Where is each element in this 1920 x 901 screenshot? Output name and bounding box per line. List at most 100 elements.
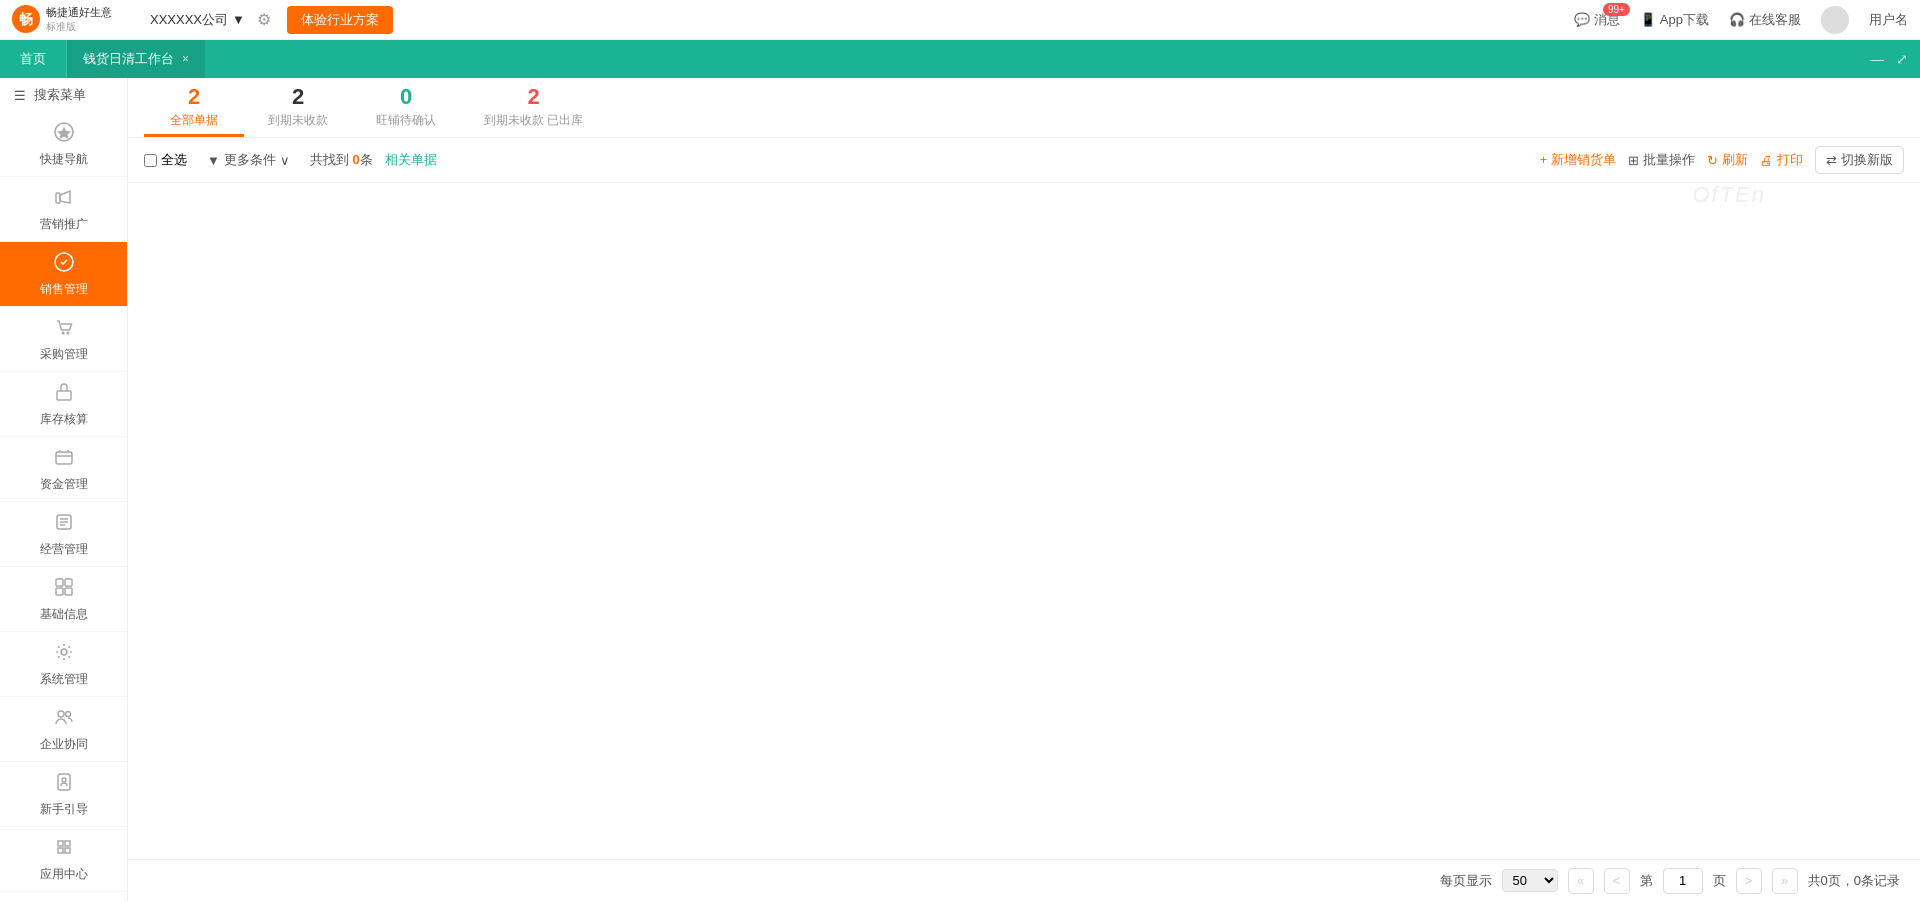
print-label: 打印 — [1777, 151, 1803, 169]
refresh-icon: ↻ — [1707, 153, 1718, 168]
next-page-btn[interactable]: > — [1736, 868, 1762, 894]
pagination-bar: 每页显示 50 100 200 « < 第 页 > » 共0页，0条记录 — [128, 859, 1920, 901]
online-service-btn[interactable]: 🎧 在线客服 — [1729, 11, 1801, 29]
stat-tab-all[interactable]: 2 全部单据 — [144, 78, 244, 137]
svg-text:畅: 畅 — [19, 12, 33, 27]
toolbar-right: + 新增销货单 ⊞ 批量操作 ↻ 刷新 🖨 打印 ⇄ 切换新版 — [1540, 146, 1904, 174]
per-page-select[interactable]: 50 100 200 — [1502, 869, 1558, 892]
filter-label: 更多条件 — [224, 151, 276, 169]
sidebar-item-purchase[interactable]: 采购管理 — [0, 307, 127, 372]
trial-button[interactable]: 体验行业方案 — [287, 6, 393, 34]
sidebar-item-sales[interactable]: 销售管理 — [0, 242, 127, 307]
sidebar-item-system[interactable]: 系统管理 — [0, 632, 127, 697]
tab-bar-right: — ⤢ — [1870, 51, 1920, 67]
sidebar-search[interactable]: ☰ 搜索菜单 — [0, 78, 127, 112]
tab-bar: 首页 钱货日清工作台 × — ⤢ — [0, 40, 1920, 78]
svg-point-21 — [58, 711, 64, 717]
page-input[interactable] — [1663, 868, 1703, 894]
sidebar-item-guide[interactable]: 新手引导 — [0, 762, 127, 827]
table-area — [128, 183, 1920, 859]
toolbar: 全选 ▼ 更多条件 ∨ 共找到 0条 相关单据 + 新增销货单 ⊞ 批量操作 — [128, 138, 1920, 183]
per-page-label: 每页显示 — [1440, 872, 1492, 890]
chevron-down-icon: ∨ — [280, 153, 290, 168]
switch-icon: ⇄ — [1826, 153, 1837, 168]
first-page-btn[interactable]: « — [1568, 868, 1594, 894]
stat-tab-pending[interactable]: 0 旺铺待确认 — [352, 78, 460, 137]
refresh-btn[interactable]: ↻ 刷新 — [1707, 151, 1748, 169]
logo-area: 畅 畅捷通好生意 标准版 — [12, 5, 140, 33]
sidebar-item-finance[interactable]: 资金管理 — [0, 437, 127, 502]
switch-version-btn[interactable]: ⇄ 切换新版 — [1815, 146, 1904, 174]
app-download-btn[interactable]: 📱 App下载 — [1640, 11, 1709, 29]
app-icon: 📱 — [1640, 12, 1656, 27]
operations-icon — [54, 512, 74, 537]
stat-label-overdue: 到期未收款 — [268, 112, 328, 129]
found-count: 0 — [353, 152, 360, 167]
app-center-icon — [54, 837, 74, 862]
sidebar-item-wechat[interactable]: 企业微信 — [0, 892, 127, 901]
system-icon — [54, 642, 74, 667]
username[interactable]: 用户名 — [1869, 11, 1908, 29]
top-header: 畅 畅捷通好生意 标准版 XXXXXX公司 ▼ ⚙ 体验行业方案 💬 消息 99… — [0, 0, 1920, 40]
stats-bar: 2 全部单据 2 到期未收款 0 旺铺待确认 2 到期未收款 已出库 — [128, 78, 1920, 138]
tab-close-icon[interactable]: × — [182, 52, 189, 66]
svg-point-22 — [65, 712, 70, 717]
message-btn[interactable]: 💬 消息 99+ — [1574, 11, 1620, 29]
svg-rect-16 — [56, 579, 63, 586]
settings-icon[interactable]: ⚙ — [257, 10, 271, 29]
svg-point-6 — [66, 332, 69, 335]
sidebar-item-inventory[interactable]: 库存核算 — [0, 372, 127, 437]
svg-rect-18 — [56, 588, 63, 595]
tab-home[interactable]: 首页 — [0, 40, 67, 78]
company-selector[interactable]: XXXXXX公司 ▼ — [150, 11, 245, 29]
tab-label: 钱货日清工作台 — [83, 50, 174, 68]
sidebar-item-operations[interactable]: 经营管理 — [0, 502, 127, 567]
stat-num-all: 2 — [188, 84, 200, 110]
prev-page-btn[interactable]: < — [1604, 868, 1630, 894]
sidebar-item-label: 采购管理 — [40, 346, 88, 363]
sidebar-item-quick-nav[interactable]: 快捷导航 — [0, 112, 127, 177]
message-icon: 💬 — [1574, 12, 1590, 27]
sidebar-item-label: 基础信息 — [40, 606, 88, 623]
svg-rect-8 — [56, 452, 72, 464]
select-all-input[interactable] — [144, 154, 157, 167]
tab-qhrq[interactable]: 钱货日清工作台 × — [67, 40, 205, 78]
inventory-icon — [54, 382, 74, 407]
main-layout: ☰ 搜索菜单 快捷导航 营销推广 销售管理 — [0, 78, 1920, 901]
minimize-icon[interactable]: — — [1870, 51, 1884, 67]
svg-point-20 — [61, 649, 67, 655]
print-icon: 🖨 — [1760, 153, 1773, 168]
batch-icon: ⊞ — [1628, 153, 1639, 168]
sidebar-item-label: 营销推广 — [40, 216, 88, 233]
svg-point-5 — [61, 332, 64, 335]
expand-icon[interactable]: ⤢ — [1896, 51, 1908, 67]
print-btn[interactable]: 🖨 打印 — [1760, 151, 1803, 169]
stat-tab-shipped[interactable]: 2 到期未收款 已出库 — [460, 78, 607, 137]
marketing-icon — [54, 187, 74, 212]
sidebar-item-label: 新手引导 — [40, 801, 88, 818]
sales-icon — [54, 252, 74, 277]
sidebar-item-enterprise[interactable]: 企业协同 — [0, 697, 127, 762]
found-text: 共找到 0条 — [310, 151, 373, 169]
sidebar-item-base-info[interactable]: 基础信息 — [0, 567, 127, 632]
related-link[interactable]: 相关单据 — [385, 151, 437, 169]
batch-label: 批量操作 — [1643, 151, 1695, 169]
content-area: 2 全部单据 2 到期未收款 0 旺铺待确认 2 到期未收款 已出库 全选 — [128, 78, 1920, 901]
quick-nav-icon — [54, 122, 74, 147]
avatar[interactable] — [1821, 6, 1849, 34]
sidebar-item-app-center[interactable]: 应用中心 — [0, 827, 127, 892]
last-page-btn[interactable]: » — [1772, 868, 1798, 894]
stat-tab-overdue[interactable]: 2 到期未收款 — [244, 78, 352, 137]
sidebar-item-marketing[interactable]: 营销推广 — [0, 177, 127, 242]
new-order-btn[interactable]: + 新增销货单 — [1540, 151, 1616, 169]
select-all-checkbox[interactable]: 全选 — [144, 151, 187, 169]
sidebar-item-label: 销售管理 — [40, 281, 88, 298]
total-info: 共0页，0条记录 — [1808, 872, 1900, 890]
enterprise-icon — [54, 707, 74, 732]
app-label: App下载 — [1660, 11, 1709, 29]
purchase-icon — [54, 317, 74, 342]
sidebar-item-label: 系统管理 — [40, 671, 88, 688]
batch-btn[interactable]: ⊞ 批量操作 — [1628, 151, 1695, 169]
filter-btn[interactable]: ▼ 更多条件 ∨ — [199, 147, 298, 173]
stat-num-overdue: 2 — [292, 84, 304, 110]
